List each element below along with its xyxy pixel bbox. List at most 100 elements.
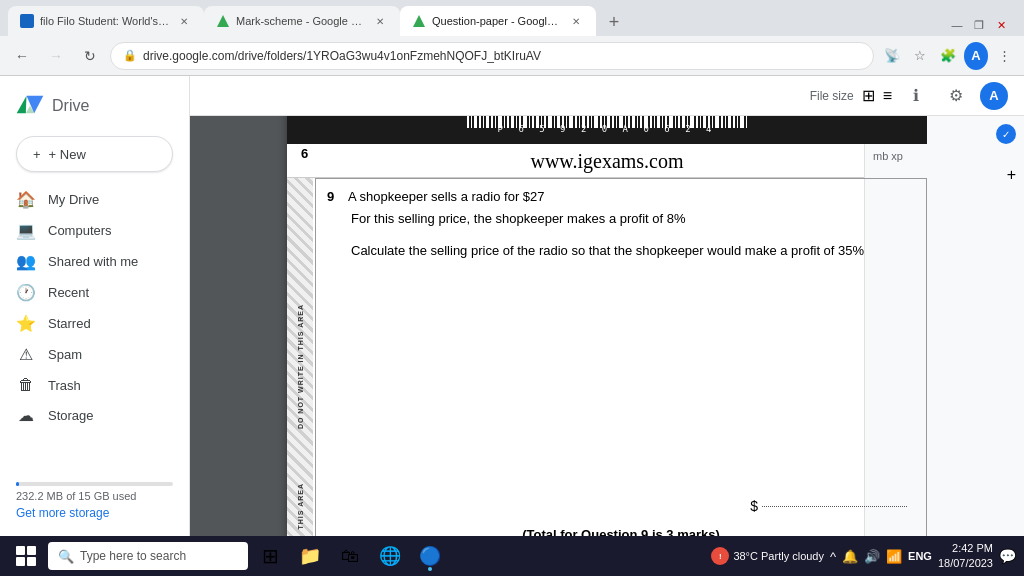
back-button[interactable]: ← [8,42,36,70]
win-sq-4 [27,557,36,566]
svg-rect-68 [725,116,726,128]
get-more-storage-link[interactable]: Get more storage [16,506,173,520]
info-icon[interactable]: ℹ [900,80,932,112]
my-drive-icon: 🏠 [16,190,36,209]
markscheme-favicon [216,14,230,28]
clock-time: 2:42 PM [938,541,993,556]
search-icon: 🔍 [58,549,74,564]
tab-markscheme[interactable]: Mark-scheme - Google Drive ✕ [204,6,400,36]
trash-label: Trash [48,378,81,393]
browser-frame: filo Filo Student: World's Only Li... ✕ … [0,0,1024,576]
weather-alert-icon: ! [711,547,729,565]
taskbar-search[interactable]: 🔍 Type here to search [48,542,248,570]
network-icon[interactable]: 📶 [886,549,902,564]
notifications-icon[interactable]: 🔔 [842,549,858,564]
tab-filo[interactable]: filo Filo Student: World's Only Li... ✕ [8,6,204,36]
new-tab-button[interactable]: + [600,8,628,36]
svg-rect-7 [471,116,472,128]
cast-icon[interactable]: 📡 [880,44,904,68]
weather-text: 38°C Partly cloudy [733,550,824,562]
list-view-icon[interactable]: ≡ [883,87,892,105]
address-bar-icons: 📡 ☆ 🧩 A ⋮ [880,44,1016,68]
clock-widget[interactable]: 2:42 PM 18/07/2023 [938,541,993,572]
drive-logo: Drive [0,84,189,132]
new-icon: + [33,147,41,162]
weather-widget[interactable]: ! 38°C Partly cloudy [711,547,824,565]
start-button[interactable] [8,538,44,574]
browser-body: Drive + + New 🏠 My Drive 💻 Computers 👥 S… [0,76,1024,536]
dollar-sign: $ [750,498,758,514]
language-indicator[interactable]: ENG [908,550,932,562]
task-view-button[interactable]: ⊞ [252,538,288,574]
svg-rect-73 [746,116,747,128]
notification-center-icon[interactable]: 💬 [999,548,1016,564]
drive-logo-icon [16,92,44,120]
tab-questionpaper[interactable]: Question-paper - Google Drive ✕ [400,6,596,36]
close-button[interactable]: ✕ [994,18,1008,32]
recent-label: Recent [48,285,89,300]
chrome-browser-icon: 🔵 [419,545,441,567]
svg-rect-9 [479,116,481,128]
clock-date: 18/07/2023 [938,556,993,571]
tab-filo-close[interactable]: ✕ [176,13,192,29]
add-icon[interactable]: + [1007,166,1016,184]
tab-filo-label: filo Filo Student: World's Only Li... [40,15,170,27]
more-options[interactable]: ⋮ [992,44,1016,68]
edge-icon[interactable]: 🌐 [372,538,408,574]
search-placeholder-text: Type here to search [80,549,186,563]
barcode-text: P 6 5 9 2 0 A 0 6 2 4 [498,124,717,134]
total-marks-text: (Total for Question 9 is 3 marks) [522,527,720,536]
sidebar-item-starred[interactable]: ⭐ Starred [0,308,181,339]
sidebar-item-trash[interactable]: 🗑 Trash [0,370,181,400]
svg-marker-2 [17,96,27,114]
sidebar-item-computers[interactable]: 💻 Computers [0,215,181,246]
sidebar-item-shared[interactable]: 👥 Shared with me [0,246,181,277]
new-button[interactable]: + + New [16,136,173,172]
recent-icon: 🕐 [16,283,36,302]
folder-icon: 📁 [299,545,321,567]
settings-icon[interactable]: ⚙ [940,80,972,112]
reload-button[interactable]: ↻ [76,42,104,70]
extension-icon[interactable]: 🧩 [936,44,960,68]
svg-rect-70 [733,116,735,128]
starred-label: Starred [48,316,91,331]
file-size-label: File size [810,89,854,103]
sidebar-item-recent[interactable]: 🕐 Recent [0,277,181,308]
user-avatar[interactable]: A [980,82,1008,110]
edge-browser-icon: 🌐 [379,545,401,567]
svg-rect-67 [721,116,723,128]
sidebar-item-my-drive[interactable]: 🏠 My Drive [0,184,181,215]
shared-label: Shared with me [48,254,138,269]
svg-rect-6 [467,116,469,128]
tab-questionpaper-close[interactable]: ✕ [568,13,584,29]
toolbar-right: File size ⊞ ≡ ℹ ⚙ A [810,80,1008,112]
win-sq-2 [27,546,36,555]
storage-fill [16,482,19,486]
profile-menu[interactable]: A [964,44,988,68]
chrome-icon[interactable]: 🔵 [412,538,448,574]
page-number: 6 [301,146,308,161]
maximize-button[interactable]: ❐ [972,18,986,32]
answer-area: $ [750,498,907,514]
bookmark-icon[interactable]: ☆ [908,44,932,68]
volume-icon[interactable]: 🔊 [864,549,880,564]
svg-rect-72 [740,116,744,128]
windows-icon [16,546,36,566]
url-bar[interactable]: 🔒 drive.google.com/drive/folders/1YROaG3… [110,42,874,70]
store-icon[interactable]: 🛍 [332,538,368,574]
win-sq-1 [16,546,25,555]
file-explorer-icon[interactable]: 📁 [292,538,328,574]
sidebar-item-storage[interactable]: ☁ Storage [0,400,181,431]
barcode-container: P 6 5 9 2 0 A 0 6 2 4 [287,116,927,134]
grid-view-icon[interactable]: ⊞ [862,86,875,105]
drive-toolbar: File size ⊞ ≡ ℹ ⚙ A [190,76,1024,116]
sidebar-item-spam[interactable]: ⚠ Spam [0,339,181,370]
taskbar: 🔍 Type here to search ⊞ 📁 🛍 🌐 🔵 ! 38°C P… [0,536,1024,576]
minimize-button[interactable]: — [950,18,964,32]
tab-markscheme-close[interactable]: ✕ [372,13,388,29]
forward-button[interactable]: → [42,42,70,70]
starred-icon: ⭐ [16,314,36,333]
up-arrow-icon[interactable]: ^ [830,549,836,564]
storage-section: 232.2 MB of 15 GB used Get more storage [0,470,189,528]
active-indicator [428,567,432,571]
